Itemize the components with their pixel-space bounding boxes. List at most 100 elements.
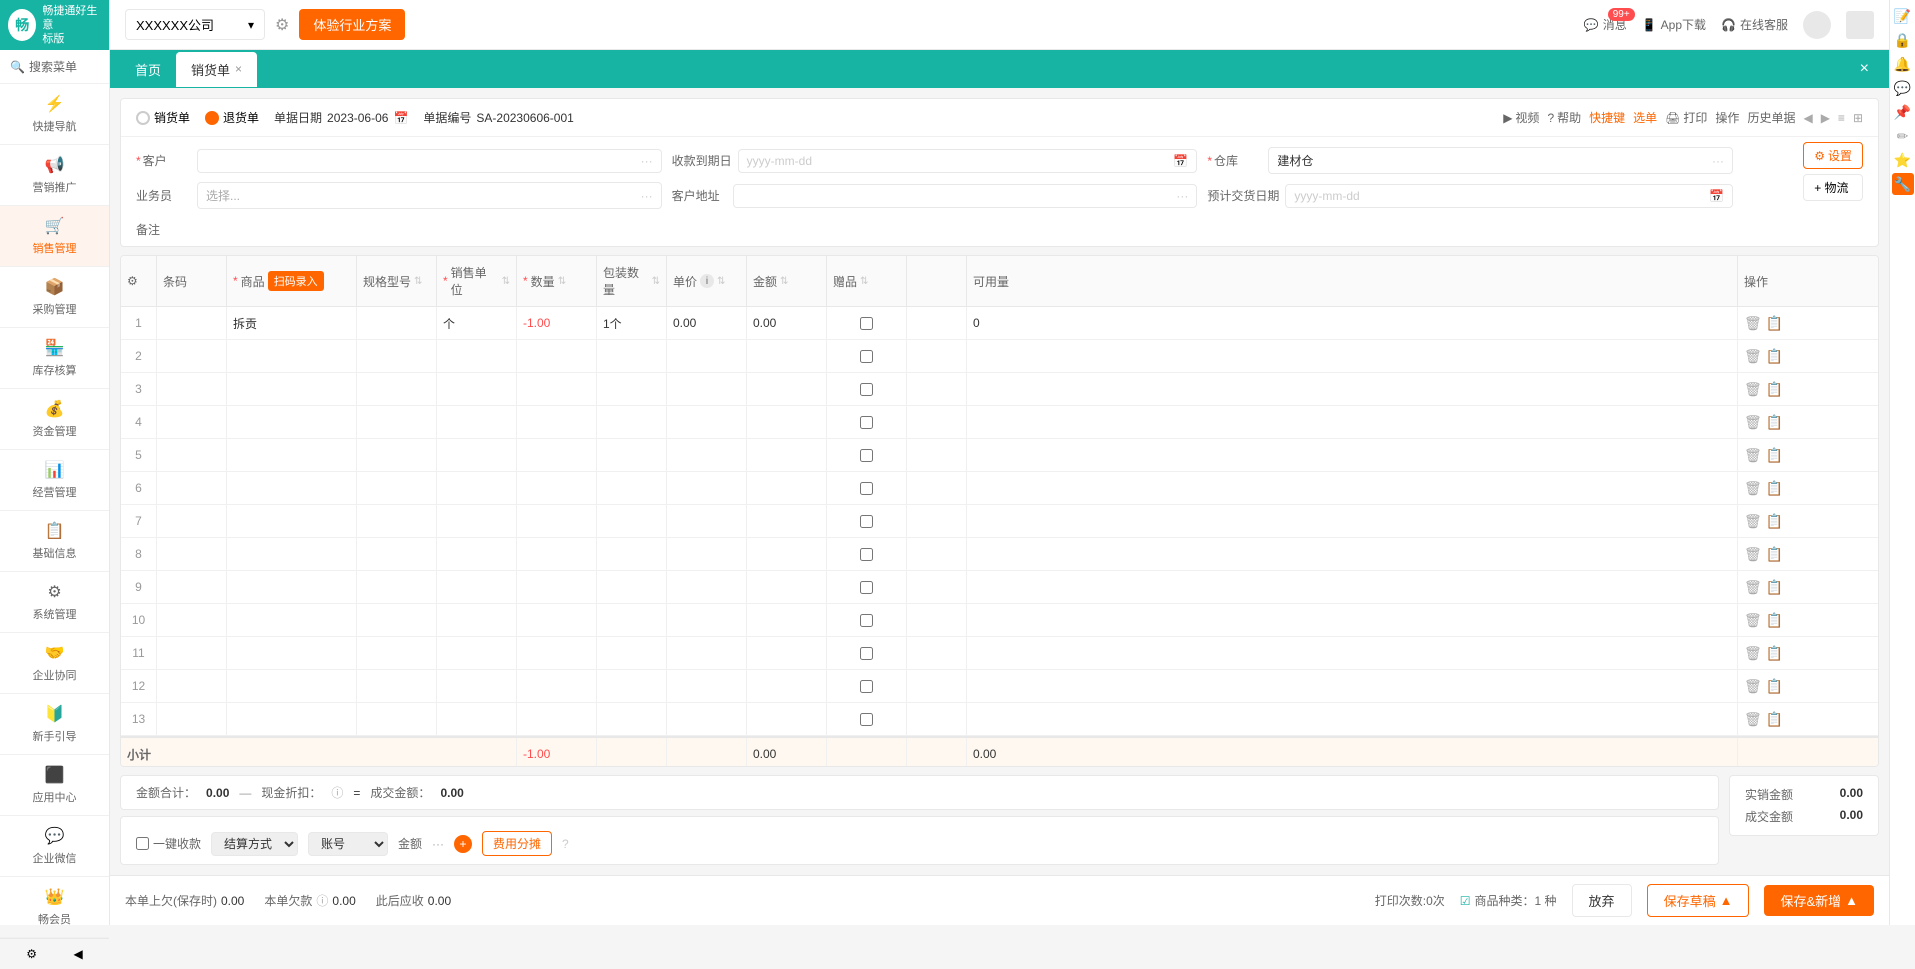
sidebar-item-members[interactable]: 👑 畅会员 bbox=[0, 877, 109, 938]
topbar-settings-icon[interactable]: ⚙ bbox=[275, 15, 289, 35]
row-spec[interactable] bbox=[357, 703, 437, 735]
copy-icon[interactable]: 📋 bbox=[1766, 414, 1783, 431]
delete-icon[interactable]: 🗑 bbox=[1744, 381, 1762, 398]
row-spec[interactable] bbox=[357, 538, 437, 570]
row-qty[interactable] bbox=[517, 538, 597, 570]
row-gift[interactable] bbox=[827, 472, 907, 504]
row-gift[interactable] bbox=[827, 505, 907, 537]
rp-notes-icon[interactable]: 📝 bbox=[1892, 5, 1914, 27]
delete-icon[interactable]: 🗑 bbox=[1744, 579, 1762, 596]
row-barcode[interactable] bbox=[157, 637, 227, 669]
row-pack-qty[interactable] bbox=[597, 604, 667, 636]
row-qty[interactable] bbox=[517, 604, 597, 636]
row-amount[interactable] bbox=[747, 373, 827, 405]
scan-button[interactable]: 扫码录入 bbox=[268, 271, 324, 291]
row-amount[interactable] bbox=[747, 571, 827, 603]
row-qty[interactable] bbox=[517, 670, 597, 702]
row-remark[interactable] bbox=[907, 505, 967, 537]
avatar[interactable] bbox=[1803, 11, 1831, 39]
row-unit[interactable] bbox=[437, 373, 517, 405]
row-amount[interactable] bbox=[747, 340, 827, 372]
view-grid-icon[interactable]: ⊞ bbox=[1853, 111, 1863, 125]
copy-icon[interactable]: 📋 bbox=[1766, 315, 1783, 332]
row-unit-price[interactable] bbox=[667, 703, 747, 735]
row-amount[interactable] bbox=[747, 637, 827, 669]
row-remark[interactable] bbox=[907, 439, 967, 471]
row-spec[interactable] bbox=[357, 472, 437, 504]
sidebar-item-sales[interactable]: 🛒 销售管理 bbox=[0, 206, 109, 267]
row-amount[interactable] bbox=[747, 472, 827, 504]
sidebar-item-apps[interactable]: ⬛ 应用中心 bbox=[0, 755, 109, 816]
logistics-button[interactable]: + 物流 bbox=[1803, 174, 1863, 201]
row-qty[interactable] bbox=[517, 571, 597, 603]
sidebar-item-quick-nav[interactable]: ⚡ 快捷导航 bbox=[0, 84, 109, 145]
row-spec[interactable] bbox=[357, 637, 437, 669]
one-click-payment[interactable]: 一键收款 bbox=[136, 835, 201, 852]
view-list-icon[interactable]: ≡ bbox=[1838, 111, 1845, 125]
shortcut-btn[interactable]: 快捷键 bbox=[1589, 109, 1625, 126]
row-product[interactable] bbox=[227, 505, 357, 537]
discard-button[interactable]: 放弃 bbox=[1572, 884, 1632, 917]
customer-input[interactable]: ··· bbox=[197, 149, 662, 173]
row-gift[interactable] bbox=[827, 670, 907, 702]
row-remark[interactable] bbox=[907, 406, 967, 438]
app-download-button[interactable]: 📱 App下载 bbox=[1642, 16, 1706, 33]
row-pack-qty[interactable] bbox=[597, 472, 667, 504]
sidebar-item-marketing[interactable]: 📢 营销推广 bbox=[0, 145, 109, 206]
copy-icon[interactable]: 📋 bbox=[1766, 447, 1783, 464]
row-spec[interactable] bbox=[357, 505, 437, 537]
row-amount[interactable] bbox=[747, 604, 827, 636]
nav-next-icon[interactable]: ▶ bbox=[1821, 111, 1830, 125]
company-selector[interactable]: XXXXXX公司 ▾ bbox=[125, 9, 265, 40]
row-barcode[interactable] bbox=[157, 538, 227, 570]
row-product[interactable] bbox=[227, 604, 357, 636]
row-remark[interactable] bbox=[907, 472, 967, 504]
online-support-button[interactable]: 🎧 在线客服 bbox=[1721, 16, 1788, 33]
row-gift[interactable] bbox=[827, 406, 907, 438]
row-barcode[interactable] bbox=[157, 373, 227, 405]
help-btn[interactable]: ? 帮助 bbox=[1547, 109, 1581, 126]
copy-icon[interactable]: 📋 bbox=[1766, 480, 1783, 497]
row-barcode[interactable] bbox=[157, 340, 227, 372]
row-pack-qty[interactable] bbox=[597, 439, 667, 471]
row-amount[interactable] bbox=[747, 406, 827, 438]
row-qty[interactable] bbox=[517, 703, 597, 735]
row-unit[interactable] bbox=[437, 439, 517, 471]
rp-edit-icon[interactable]: ✏ bbox=[1892, 125, 1914, 147]
row-product[interactable]: 拆贡 bbox=[227, 307, 357, 339]
row-qty[interactable] bbox=[517, 472, 597, 504]
row-unit-price[interactable] bbox=[667, 373, 747, 405]
row-unit-price[interactable] bbox=[667, 670, 747, 702]
delete-icon[interactable]: 🗑 bbox=[1744, 711, 1762, 728]
row-barcode[interactable] bbox=[157, 307, 227, 339]
delete-icon[interactable]: 🗑 bbox=[1744, 414, 1762, 431]
th-settings[interactable]: ⚙ bbox=[121, 256, 157, 306]
row-product[interactable] bbox=[227, 373, 357, 405]
row-unit-price[interactable] bbox=[667, 439, 747, 471]
row-remark[interactable] bbox=[907, 373, 967, 405]
row-unit[interactable] bbox=[437, 703, 517, 735]
row-pack-qty[interactable] bbox=[597, 538, 667, 570]
search-menu[interactable]: 🔍 搜索菜单 bbox=[0, 50, 109, 84]
radio-sales[interactable]: 销货单 bbox=[136, 109, 190, 126]
copy-icon[interactable]: 📋 bbox=[1766, 546, 1783, 563]
delete-icon[interactable]: 🗑 bbox=[1744, 612, 1762, 629]
row-gift[interactable] bbox=[827, 307, 907, 339]
row-gift[interactable] bbox=[827, 703, 907, 735]
row-amount[interactable] bbox=[747, 505, 827, 537]
row-spec[interactable] bbox=[357, 604, 437, 636]
row-remark[interactable] bbox=[907, 703, 967, 735]
select-btn[interactable]: 选单 bbox=[1633, 109, 1657, 126]
row-qty[interactable] bbox=[517, 439, 597, 471]
rp-chat-icon[interactable]: 💬 bbox=[1892, 77, 1914, 99]
rp-lock-icon[interactable]: 🔒 bbox=[1892, 29, 1914, 51]
trial-button[interactable]: 体验行业方案 bbox=[299, 9, 405, 40]
video-btn[interactable]: ▶ 视频 bbox=[1503, 109, 1539, 126]
tab-sales-order[interactable]: 销货单 × bbox=[176, 52, 257, 87]
row-product[interactable] bbox=[227, 472, 357, 504]
copy-icon[interactable]: 📋 bbox=[1766, 513, 1783, 530]
row-barcode[interactable] bbox=[157, 670, 227, 702]
row-product[interactable] bbox=[227, 637, 357, 669]
row-remark[interactable] bbox=[907, 637, 967, 669]
copy-icon[interactable]: 📋 bbox=[1766, 711, 1783, 728]
